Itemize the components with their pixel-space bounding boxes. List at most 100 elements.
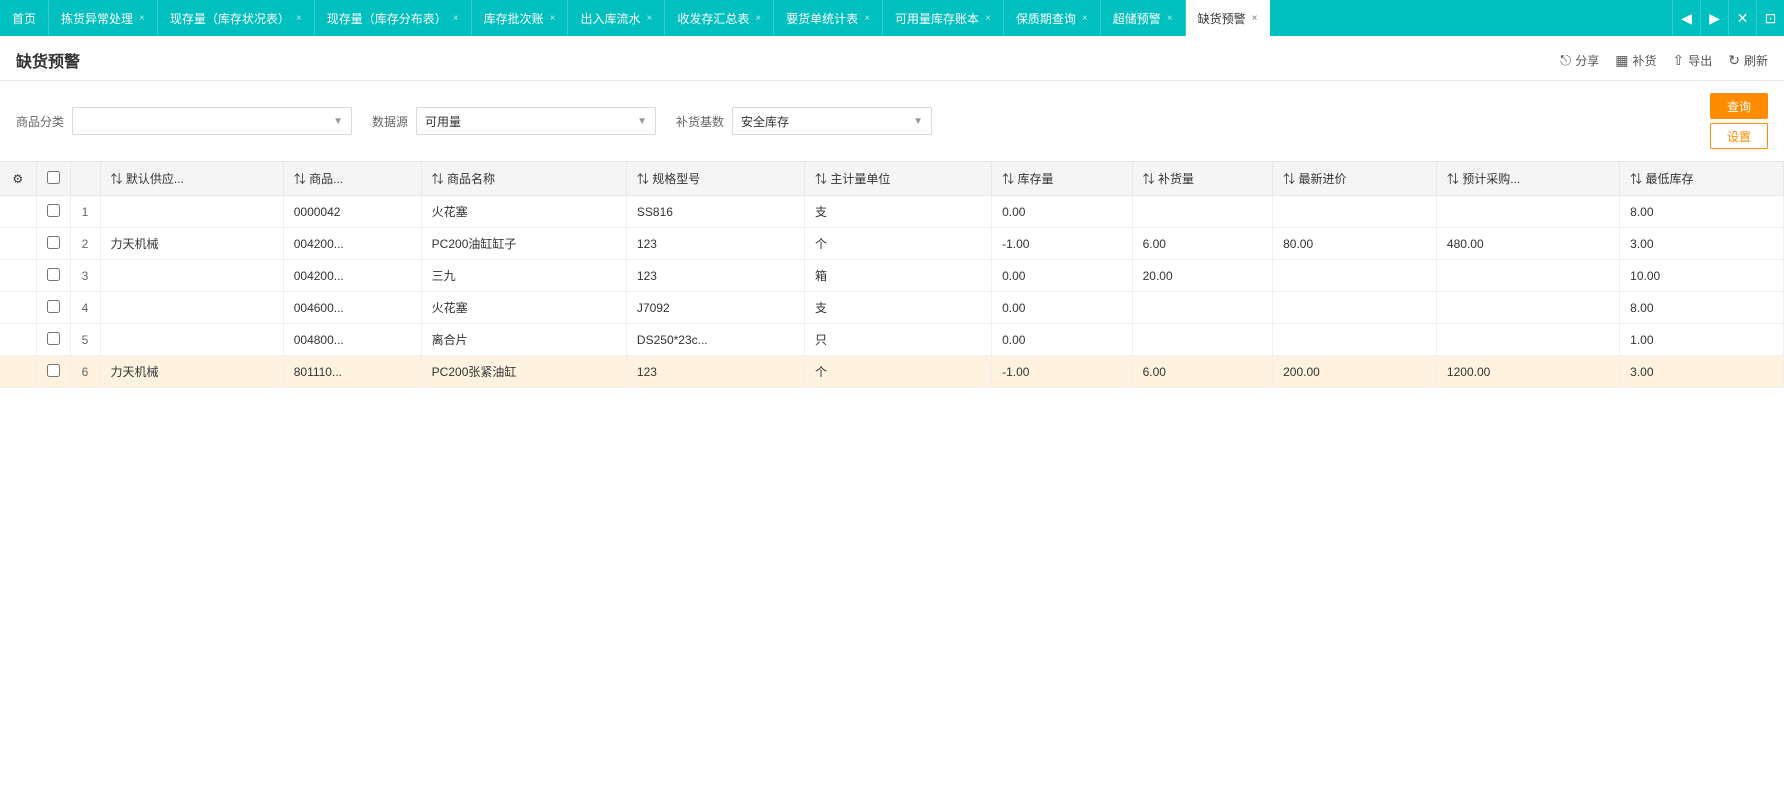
tab-batch[interactable]: 库存批次账 ×: [472, 0, 569, 36]
tab-next-button[interactable]: ▶: [1700, 0, 1728, 36]
col-product-code[interactable]: ⇅ 商品...: [283, 162, 421, 196]
row-checkbox[interactable]: [47, 332, 60, 345]
row-checkbox-cell[interactable]: [36, 196, 70, 228]
row-checkbox[interactable]: [47, 268, 60, 281]
row-latest-price: [1273, 324, 1437, 356]
close-tab-stock-dist[interactable]: ×: [453, 13, 459, 24]
export-button[interactable]: ⇧ 导出: [1673, 52, 1713, 69]
col-checkbox[interactable]: [36, 162, 70, 196]
row-unit: 箱: [805, 260, 992, 292]
close-tab-inout-flow[interactable]: ×: [646, 13, 652, 24]
col-product-name[interactable]: ⇅ 商品名称: [421, 162, 626, 196]
refresh-button[interactable]: ↻ 刷新: [1728, 52, 1768, 69]
settings-button[interactable]: 设置: [1710, 123, 1768, 149]
table-row: 6 力天机械 801110... PC200张紧油缸 123 个 -1.00 6…: [0, 356, 1784, 388]
col-min-stock[interactable]: ⇅ 最低库存: [1620, 162, 1784, 196]
row-product-code: 004800...: [283, 324, 421, 356]
tab-abnormal[interactable]: 拣货异常处理 ×: [49, 0, 158, 36]
tab-prev-button[interactable]: ◀: [1672, 0, 1700, 36]
replenish-button[interactable]: ▦ 补货: [1615, 52, 1656, 69]
tab-home[interactable]: 首页: [0, 0, 49, 36]
tab-stock-dist[interactable]: 现存量（库存分布表） ×: [315, 0, 472, 36]
page-title: 缺货预警: [16, 48, 80, 72]
product-category-label: 商品分类: [16, 113, 64, 130]
row-number: 1: [70, 196, 100, 228]
col-spec[interactable]: ⇅ 规格型号: [626, 162, 804, 196]
close-tab-batch[interactable]: ×: [550, 13, 556, 24]
query-button[interactable]: 查询: [1710, 93, 1768, 119]
close-tab-expiry[interactable]: ×: [1082, 13, 1088, 24]
share-button[interactable]: ⎋ 分享: [1560, 52, 1599, 69]
replenish-basis-select[interactable]: 安全库存 ▼: [732, 107, 932, 135]
row-gear-cell: [0, 292, 36, 324]
col-unit[interactable]: ⇅ 主计量单位: [805, 162, 992, 196]
tab-stock-status[interactable]: 现存量（库存状况表） ×: [158, 0, 315, 36]
data-table: ⚙ ⇅ 默认供应... ⇅ 商品... ⇅ 商品名称: [0, 162, 1784, 388]
row-checkbox[interactable]: [47, 236, 60, 249]
row-number: 2: [70, 228, 100, 260]
tab-close-all-button[interactable]: ✕: [1728, 0, 1756, 36]
tab-order-stats[interactable]: 要货单统计表 ×: [774, 0, 883, 36]
export-icon: ⇧: [1673, 52, 1685, 69]
replenish-basis-arrow-icon: ▼: [913, 116, 923, 127]
tab-bar: 首页 拣货异常处理 × 现存量（库存状况表） × 现存量（库存分布表） × 库存…: [0, 0, 1784, 36]
row-product-code: 004600...: [283, 292, 421, 324]
tab-expand-button[interactable]: ⊡: [1756, 0, 1784, 36]
col-replenish-qty[interactable]: ⇅ 补货量: [1132, 162, 1273, 196]
row-checkbox[interactable]: [47, 364, 60, 377]
row-est-purchase: 1200.00: [1436, 356, 1619, 388]
data-source-value: 可用量: [425, 113, 461, 130]
row-est-purchase: [1436, 196, 1619, 228]
close-tab-recv-summary[interactable]: ×: [755, 13, 761, 24]
row-latest-price: 80.00: [1273, 228, 1437, 260]
product-category-select[interactable]: ▼: [72, 107, 352, 135]
col-default-supplier[interactable]: ⇅ 默认供应...: [100, 162, 283, 196]
close-tab-abnormal[interactable]: ×: [139, 13, 145, 24]
row-checkbox[interactable]: [47, 300, 60, 313]
row-est-purchase: [1436, 324, 1619, 356]
col-stock[interactable]: ⇅ 库存量: [992, 162, 1133, 196]
row-checkbox-cell[interactable]: [36, 228, 70, 260]
tab-expiry[interactable]: 保质期查询 ×: [1004, 0, 1101, 36]
tab-recv-summary[interactable]: 收发存汇总表 ×: [665, 0, 774, 36]
page-header: 缺货预警 ⎋ 分享 ▦ 补货 ⇧ 导出 ↻ 刷新: [0, 36, 1784, 81]
row-number: 4: [70, 292, 100, 324]
table-row: 5 004800... 离合片 DS250*23c... 只 0.00 1.00: [0, 324, 1784, 356]
row-latest-price: 200.00: [1273, 356, 1437, 388]
row-checkbox-cell[interactable]: [36, 260, 70, 292]
row-gear-cell: [0, 356, 36, 388]
row-checkbox-cell[interactable]: [36, 356, 70, 388]
row-replenish-qty: [1132, 324, 1273, 356]
row-checkbox-cell[interactable]: [36, 292, 70, 324]
tab-shortage[interactable]: 缺货预警 ×: [1186, 0, 1271, 36]
filter-actions: 查询 设置: [1710, 93, 1768, 149]
tab-inout-flow[interactable]: 出入库流水 ×: [568, 0, 665, 36]
col-est-purchase[interactable]: ⇅ 预计采购...: [1436, 162, 1619, 196]
close-tab-order-stats[interactable]: ×: [864, 13, 870, 24]
sort-icon: ⇅: [294, 172, 309, 186]
row-spec: J7092: [626, 292, 804, 324]
tab-overstock[interactable]: 超储预警 ×: [1101, 0, 1186, 36]
sort-icon: ⇅: [432, 172, 447, 186]
row-latest-price: [1273, 196, 1437, 228]
tab-avail-ledger[interactable]: 可用量库存账本 ×: [883, 0, 1004, 36]
row-checkbox[interactable]: [47, 204, 60, 217]
close-tab-stock-status[interactable]: ×: [296, 13, 302, 24]
gear-settings-icon[interactable]: ⚙: [12, 172, 23, 186]
col-row-num: [70, 162, 100, 196]
close-tab-avail-ledger[interactable]: ×: [985, 13, 991, 24]
col-latest-price[interactable]: ⇅ 最新进价: [1273, 162, 1437, 196]
data-source-select[interactable]: 可用量 ▼: [416, 107, 656, 135]
close-tab-overstock[interactable]: ×: [1167, 13, 1173, 24]
tab-navigation: ◀ ▶ ✕ ⊡: [1672, 0, 1784, 36]
header-actions: ⎋ 分享 ▦ 补货 ⇧ 导出 ↻ 刷新: [1560, 52, 1768, 69]
table-header-row: ⚙ ⇅ 默认供应... ⇅ 商品... ⇅ 商品名称: [0, 162, 1784, 196]
close-tab-shortage[interactable]: ×: [1252, 13, 1258, 24]
row-stock: 0.00: [992, 324, 1133, 356]
data-source-label: 数据源: [372, 113, 408, 130]
row-checkbox-cell[interactable]: [36, 324, 70, 356]
col-gear[interactable]: ⚙: [0, 162, 36, 196]
row-stock: 0.00: [992, 196, 1133, 228]
select-all-checkbox[interactable]: [47, 171, 60, 184]
row-stock: 0.00: [992, 292, 1133, 324]
